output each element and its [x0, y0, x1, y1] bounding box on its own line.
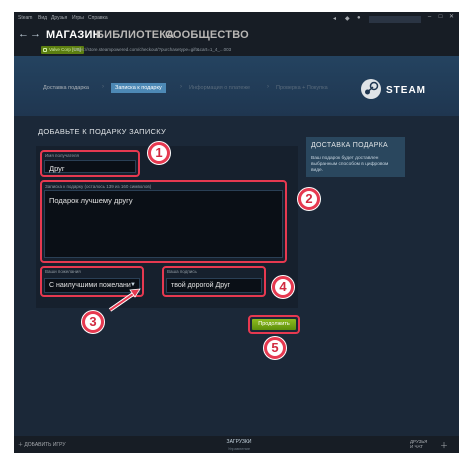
chat-label: И ЧАТ — [410, 444, 423, 449]
delivery-info-text: Ваш подарок будет доставлен выбранным сп… — [311, 156, 389, 173]
step-review-purchase: Проверка + Покупка — [276, 85, 328, 91]
url-text[interactable]: https://store.steampowered.com/checkout/… — [74, 47, 231, 52]
back-arrow-icon[interactable]: ← — [18, 28, 29, 40]
menu-friends[interactable]: Друзья — [51, 15, 67, 21]
maximize-icon[interactable]: □ — [436, 13, 445, 22]
pointer-arrow-icon — [108, 288, 141, 312]
delivery-info-panel: ДОСТАВКА ПОДАРКА Ваш подарок будет доста… — [306, 137, 405, 177]
step-separator: › — [267, 84, 269, 90]
step-gift-note: Записка к подарку — [111, 83, 166, 93]
add-game-button[interactable]: ＋ ДОБАВИТЬ ИГРУ — [18, 441, 66, 448]
steam-window: Steam Вид Друзья Игры Справка ◂ ◆ ● – □ … — [14, 12, 459, 453]
highlight-box-4 — [162, 266, 266, 297]
steam-logo-icon — [361, 79, 381, 99]
lock-icon — [43, 48, 47, 52]
steam-wordmark: STEAM — [386, 85, 426, 96]
step-gift-delivery: Доставка подарка — [43, 85, 89, 91]
friends-chat-button[interactable]: ДРУЗЬЯ И ЧАТ — [410, 439, 427, 449]
menu-games[interactable]: Игры — [72, 15, 84, 21]
forward-arrow-icon[interactable]: → — [30, 28, 41, 40]
menu-steam[interactable]: Steam — [18, 15, 32, 21]
highlight-box-5 — [248, 315, 300, 334]
downloads-label: ЗАГРУЗКИ — [226, 439, 252, 445]
close-icon[interactable]: ✕ — [447, 13, 456, 22]
chat-icon[interactable]: ◂ — [333, 15, 336, 22]
callout-badge-2: 2 — [298, 188, 320, 210]
callout-badge-4: 4 — [272, 276, 294, 298]
account-box[interactable] — [369, 16, 421, 23]
highlight-box-2 — [40, 180, 287, 263]
checkout-steps: Доставка подарка › Записка к подарку › И… — [14, 56, 459, 116]
main-content: ДОБАВЬТЕ К ПОДАРКУ ЗАПИСКУ Имя получател… — [14, 116, 459, 436]
menu-bar: Steam Вид Друзья Игры Справка ◂ ◆ ● – □ … — [14, 12, 459, 27]
step-separator: › — [180, 84, 182, 90]
add-game-label: ДОБАВИТЬ ИГРУ — [24, 442, 66, 448]
callout-badge-1: 1 — [148, 142, 170, 164]
friends-plus-icon[interactable]: ＋ — [440, 440, 448, 451]
bottom-bar: ＋ ДОБАВИТЬ ИГРУ ЗАГРУЗКИ Управление ДРУЗ… — [14, 436, 459, 453]
minimize-icon[interactable]: – — [425, 13, 434, 22]
downloads-button[interactable]: ЗАГРУЗКИ Управление — [219, 439, 259, 451]
highlight-box-1 — [40, 150, 140, 177]
delivery-info-title: ДОСТАВКА ПОДАРКА — [311, 142, 389, 149]
tab-library[interactable]: БИБЛИОТЕКА — [96, 29, 174, 41]
menu-view[interactable]: Вид — [38, 15, 47, 21]
callout-badge-3: 3 — [82, 311, 104, 333]
step-payment-info: Информация о платеже — [189, 85, 251, 91]
url-bar: Valve Corp [US] https://store.steampower… — [14, 44, 459, 56]
callout-badge-5: 5 — [264, 337, 286, 359]
downloads-sublabel: Управление — [227, 446, 251, 451]
tab-community[interactable]: СООБЩЕСТВО — [165, 29, 249, 41]
page-title: ДОБАВЬТЕ К ПОДАРКУ ЗАПИСКУ — [38, 127, 167, 136]
window-controls: – □ ✕ — [425, 13, 456, 22]
notification-icon[interactable]: ◆ — [345, 15, 350, 22]
menu-help[interactable]: Справка — [88, 15, 108, 21]
tab-store[interactable]: МАГАЗИН — [46, 29, 101, 41]
step-separator: › — [102, 84, 104, 90]
nav-bar: ← → МАГАЗИН БИБЛИОТЕКА СООБЩЕСТВО — [14, 27, 459, 44]
profile-icon[interactable]: ● — [357, 15, 361, 21]
